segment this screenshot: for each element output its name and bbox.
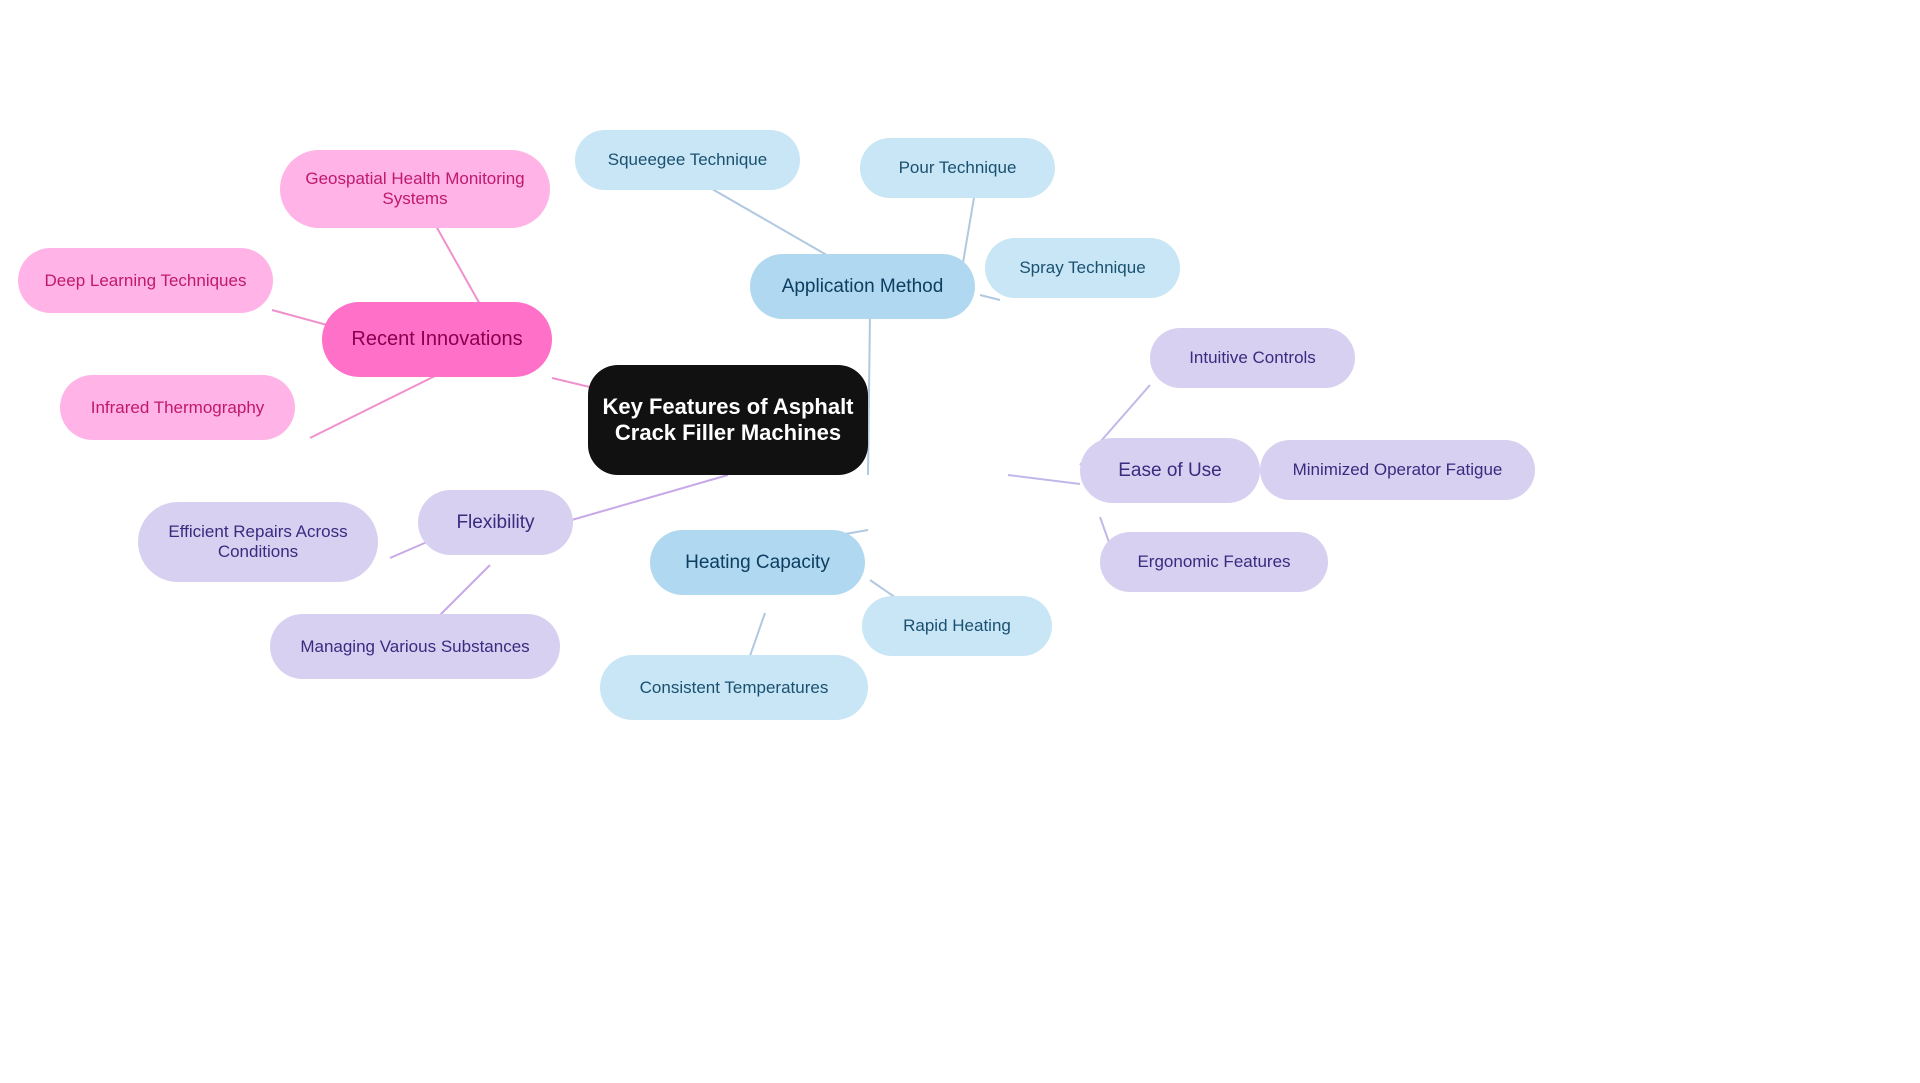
heating-capacity-node: Heating Capacity [650,530,865,595]
application-method-node: Application Method [750,254,975,319]
consistent-temps-node: Consistent Temperatures [600,655,868,720]
squeegee-node: Squeegee Technique [575,130,800,190]
rapid-heating-node: Rapid Heating [862,596,1052,656]
pour-node: Pour Technique [860,138,1055,198]
recent-innovations-node: Recent Innovations [322,302,552,377]
geospatial-health-node: Geospatial Health Monitoring Systems [280,150,550,228]
center-node: Key Features of Asphalt Crack Filler Mac… [588,365,868,475]
flexibility-node: Flexibility [418,490,573,555]
minimized-fatigue-node: Minimized Operator Fatigue [1260,440,1535,500]
efficient-repairs-node: Efficient Repairs Across Conditions [138,502,378,582]
ergonomic-features-node: Ergonomic Features [1100,532,1328,592]
deep-learning-node: Deep Learning Techniques [18,248,273,313]
intuitive-controls-node: Intuitive Controls [1150,328,1355,388]
infrared-thermography-node: Infrared Thermography [60,375,295,440]
ease-of-use-node: Ease of Use [1080,438,1260,503]
spray-node: Spray Technique [985,238,1180,298]
managing-various-node: Managing Various Substances [270,614,560,679]
